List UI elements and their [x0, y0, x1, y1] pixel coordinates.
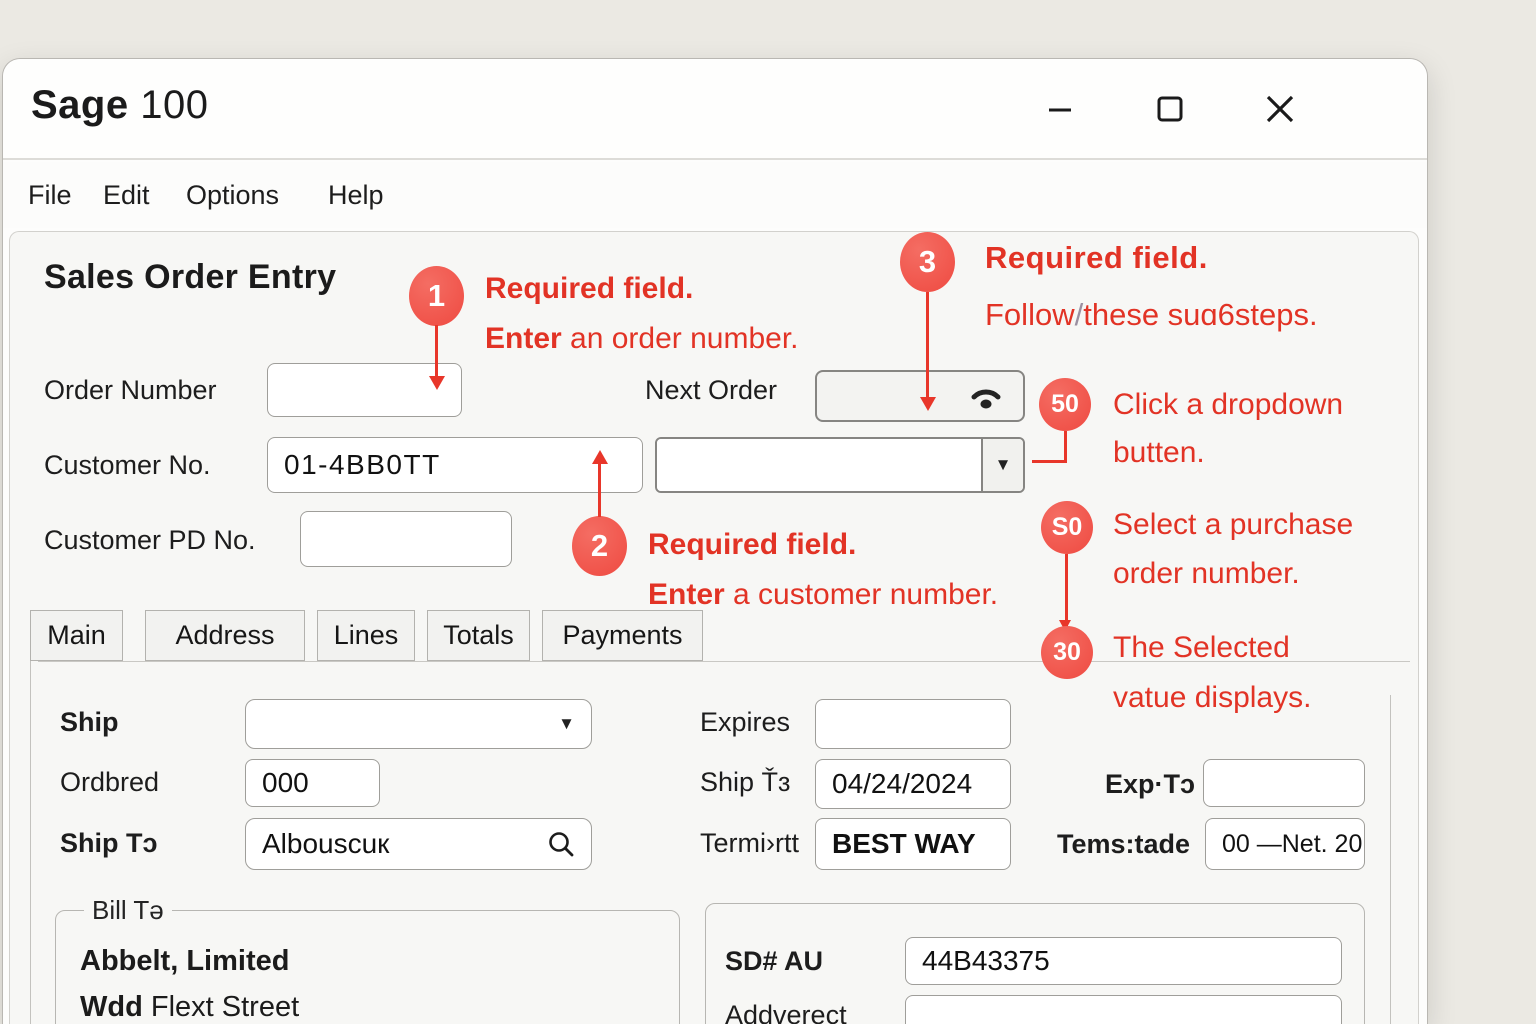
bill-to-street-rest: Flext Street: [142, 991, 300, 1023]
app-title-brand: Sage: [31, 83, 129, 127]
step2-arrow-line: [598, 461, 601, 517]
step1-text-line2: Enter an order number.: [485, 322, 799, 356]
page-title: Sales Order Entry: [44, 258, 337, 296]
step2-text-line2: Enter a customer number.: [648, 578, 998, 612]
next-order-icon: [965, 379, 1007, 413]
step30-badge: 30: [1041, 626, 1093, 679]
expires-label: Expires: [700, 707, 791, 737]
step3-text-line2: Follow/these suɑ6steps.: [985, 297, 1318, 333]
sd-input[interactable]: 44B43375: [905, 937, 1342, 985]
ship-date-label: Ship Ťɜ: [700, 767, 791, 797]
next-order-label: Next Order: [645, 375, 778, 405]
chevron-down-icon: ▼: [994, 455, 1012, 474]
step50-text-line1: Click a dropdown: [1113, 388, 1344, 421]
step50-connector-h: [1032, 460, 1067, 463]
po-dropdown-button[interactable]: ▼: [981, 439, 1023, 491]
menu-file[interactable]: File: [28, 180, 72, 211]
ship-date-input[interactable]: 04/24/2024: [815, 759, 1011, 809]
minimize-button[interactable]: [1043, 92, 1077, 126]
step3-line2-rest: these suɑ6steps.: [1083, 297, 1318, 332]
tab-totals[interactable]: Totals: [427, 610, 530, 661]
close-button[interactable]: [1263, 92, 1297, 126]
order-number-input[interactable]: [267, 363, 462, 417]
step30-text-line2: vatue displays.: [1113, 681, 1312, 714]
terms-code-input[interactable]: 00 —Net. 20: [1205, 818, 1365, 870]
tab-main[interactable]: Main: [30, 610, 123, 661]
customer-po-input[interactable]: [300, 511, 512, 567]
address-input[interactable]: [905, 995, 1342, 1024]
chevron-down-icon: ▼: [558, 714, 575, 733]
right-divider: [1390, 695, 1391, 1024]
customer-no-label: Customer No.: [44, 450, 211, 480]
terms-input[interactable]: BEST WAY: [815, 818, 1011, 870]
bill-to-street: Wdd Flext Street: [80, 991, 299, 1024]
maximize-button[interactable]: [1153, 92, 1187, 126]
step3-line2-start: Follow: [985, 297, 1075, 332]
step2-arrowhead: [592, 450, 608, 464]
bill-to-street-bold: Wdd: [80, 991, 143, 1023]
ship-to-label: Ship Tɔ: [60, 828, 158, 858]
step50-connector-v: [1064, 431, 1067, 463]
step30-text-line1: The Selected: [1113, 631, 1290, 664]
next-order-button[interactable]: [815, 370, 1025, 422]
bill-to-name: Abbelt, Limited: [80, 945, 290, 977]
ship-label: Ship: [60, 707, 119, 737]
content-left-border: [30, 661, 31, 1024]
step3-arrowhead: [920, 397, 936, 411]
tab-address[interactable]: Address: [145, 610, 305, 661]
terms-code-label: Tems:tade: [1057, 829, 1191, 859]
step1-badge: 1: [409, 266, 464, 326]
step2-line2-bold: Enter: [648, 578, 725, 611]
exp-to-input[interactable]: [1203, 759, 1365, 807]
po-dropdown-value: [657, 439, 981, 491]
step50-badge: 50: [1039, 378, 1091, 431]
stepS0-text-line2: order number.: [1113, 557, 1300, 590]
step1-line2-rest: an order number.: [561, 322, 799, 355]
sd-label: SD# AU: [725, 946, 824, 976]
terms-label: Termi›rtt: [700, 828, 799, 858]
ordered-label: Ordbred: [60, 767, 160, 797]
menu-options[interactable]: Options: [186, 180, 279, 211]
ordered-input[interactable]: 000: [245, 759, 380, 807]
order-number-label: Order Number: [44, 375, 217, 405]
ship-to-value: Albouscuк: [262, 828, 390, 859]
tab-lines[interactable]: Lines: [317, 610, 415, 661]
ship-to-input[interactable]: Albouscuк: [245, 818, 592, 870]
stepS0-badge: S0: [1041, 501, 1093, 554]
menu-edit[interactable]: Edit: [103, 180, 150, 211]
step1-text-line1: Required field.: [485, 272, 694, 305]
step1-line2-bold: Enter: [485, 322, 562, 355]
po-dropdown[interactable]: ▼: [655, 437, 1025, 493]
menu-bar: File Edit Options Help: [3, 162, 1427, 228]
app-title-product: 100: [140, 83, 209, 127]
tab-payments[interactable]: Payments: [542, 610, 703, 661]
search-icon[interactable]: [547, 830, 575, 858]
address-label: Addverect: [725, 1000, 847, 1024]
exp-to-label: Exp·Tɔ: [1105, 769, 1196, 799]
expires-input[interactable]: [815, 699, 1011, 749]
step3-arrow-line: [926, 292, 929, 398]
step1-arrowhead: [429, 376, 445, 390]
step3-badge: 3: [900, 232, 955, 292]
app-title: Sage 100: [31, 83, 208, 128]
stepS0-text-line1: Select a purchase: [1113, 508, 1354, 541]
title-bar: Sage 100: [3, 59, 1427, 160]
stepS0-connector: [1065, 554, 1068, 628]
customer-po-label: Customer PD No.: [44, 525, 256, 555]
step2-badge: 2: [572, 516, 627, 576]
step3-line2-slash: /: [1074, 297, 1084, 332]
menu-help[interactable]: Help: [328, 180, 384, 211]
customer-no-input[interactable]: 01-4BB0TT: [267, 437, 643, 493]
ship-dropdown[interactable]: ▼: [245, 699, 592, 749]
bill-to-legend: Bill Tə: [84, 895, 172, 926]
step50-text-line2: butten.: [1113, 436, 1205, 469]
step1-arrow-line: [435, 325, 438, 377]
step2-text-line1: Required field.: [648, 528, 857, 561]
step2-line2-rest: a customer number.: [724, 578, 999, 611]
step3-text-line1: Required field.: [985, 240, 1208, 275]
